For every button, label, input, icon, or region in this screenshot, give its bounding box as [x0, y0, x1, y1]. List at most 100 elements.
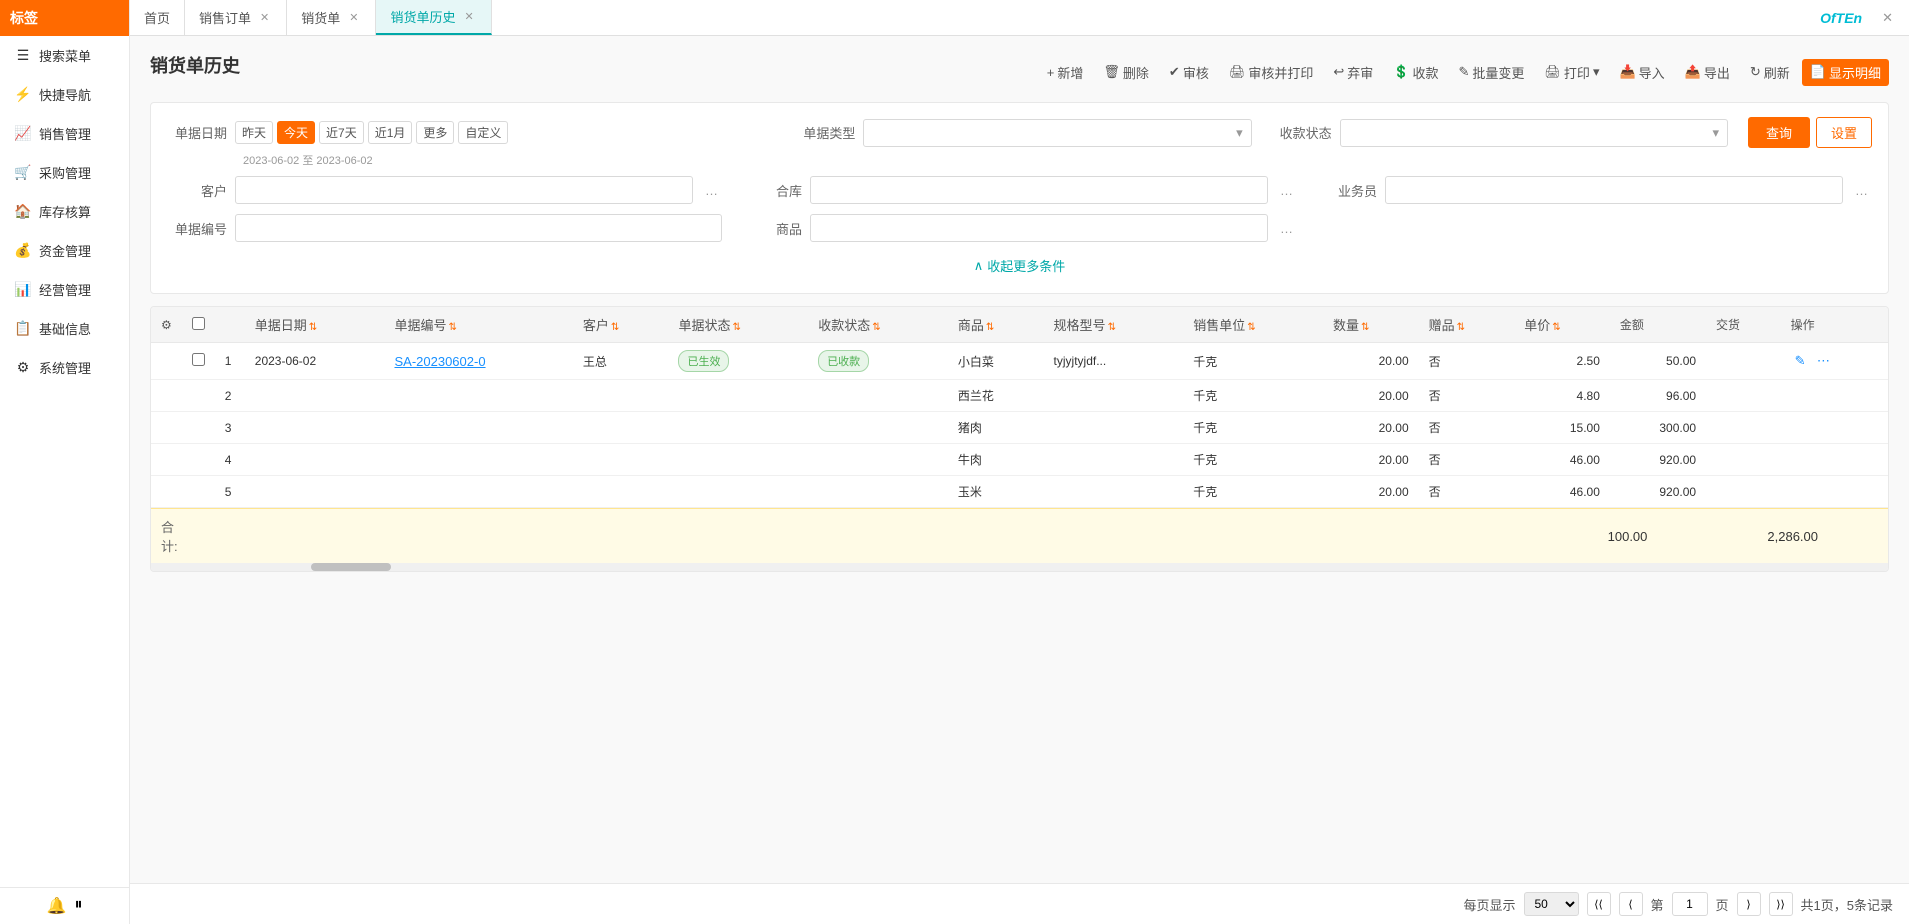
cell-checkbox-4[interactable]: [182, 476, 215, 508]
tab-close-sales-history[interactable]: ✕: [462, 9, 477, 24]
tab-home[interactable]: 首页: [130, 0, 185, 35]
customer-input[interactable]: [235, 176, 693, 204]
sidebar-item-finance[interactable]: 💰资金管理: [0, 231, 129, 270]
prev-page-button[interactable]: ⟨: [1619, 892, 1643, 916]
sidebar-item-operations[interactable]: 📊经营管理: [0, 270, 129, 309]
edit-action-0[interactable]: ✎: [1791, 351, 1810, 370]
th-doc-no[interactable]: 单据编号⇅: [384, 307, 572, 343]
cell-goods-3: 牛肉: [948, 444, 1044, 476]
th-doc-date[interactable]: 单据日期⇅: [245, 307, 385, 343]
delete-button[interactable]: 🗑删除: [1095, 59, 1157, 86]
date-shortcut-yesterday[interactable]: 昨天: [235, 121, 273, 144]
cell-settings-1: [151, 380, 182, 412]
date-shortcut-last7days[interactable]: 近7天: [319, 121, 364, 144]
cell-doc-no-1[interactable]: [384, 380, 572, 412]
sidebar-item-purchase-mgmt[interactable]: 🛒采购管理: [0, 153, 129, 192]
warehouse-dots-button[interactable]: …: [1276, 183, 1297, 198]
abandon-button[interactable]: ↩弃审: [1325, 59, 1381, 86]
show-detail-button[interactable]: 📄显示明细: [1802, 59, 1889, 86]
date-shortcut-more[interactable]: 更多: [416, 121, 454, 144]
sidebar-item-sys-mgmt[interactable]: ⚙系统管理: [0, 348, 129, 387]
close-window-button[interactable]: ✕: [1874, 10, 1901, 26]
collect-button[interactable]: 💲收款: [1385, 59, 1446, 86]
goods-field: 商品 …: [742, 214, 1297, 242]
cell-doc-no-0[interactable]: SA-20230602-0: [384, 343, 572, 380]
th-actions: 操作: [1781, 307, 1888, 343]
query-button[interactable]: 查询: [1748, 117, 1810, 148]
tab-close-sales-order[interactable]: ✕: [257, 10, 272, 25]
tab-sales-delivery[interactable]: 销货单✕: [287, 0, 376, 35]
next-page-button[interactable]: ⟩: [1737, 892, 1761, 916]
goods-input[interactable]: [810, 214, 1268, 242]
last-page-button[interactable]: ⟩⟩: [1769, 892, 1793, 916]
th-qty[interactable]: 数量⇅: [1323, 307, 1419, 343]
cell-spec-2: [1044, 412, 1184, 444]
sidebar-item-inventory[interactable]: 🏠库存核算: [0, 192, 129, 231]
more-action-0[interactable]: ⋯: [1813, 351, 1834, 370]
sidebar-label-search-menu: 搜索菜单: [39, 46, 91, 65]
audit-label: 审核: [1183, 63, 1209, 82]
batch-change-icon: ✎: [1458, 64, 1469, 80]
staff-dots-button[interactable]: …: [1851, 183, 1872, 198]
scrollbar-thumb[interactable]: [311, 563, 391, 571]
cell-doc-no-3[interactable]: [384, 444, 572, 476]
tab-sales-order[interactable]: 销售订单✕: [185, 0, 287, 35]
th-settings[interactable]: ⚙: [151, 307, 182, 343]
collect-status-select[interactable]: ▾: [1340, 119, 1728, 147]
th-customer[interactable]: 客户⇅: [573, 307, 669, 343]
page-size-select[interactable]: 2050100: [1524, 892, 1579, 916]
staff-input[interactable]: [1385, 176, 1843, 204]
th-collect-status[interactable]: 收款状态⇅: [808, 307, 948, 343]
doc-no-input[interactable]: [235, 214, 722, 242]
pause-icon[interactable]: ⏸: [74, 896, 82, 916]
add-button[interactable]: +新增: [1039, 59, 1092, 86]
tab-sales-history[interactable]: 销货单历史✕: [376, 0, 491, 35]
cell-amount-1: 96.00: [1610, 380, 1706, 412]
collapse-button[interactable]: ∧ 收起更多条件: [167, 252, 1872, 279]
customer-dots-button[interactable]: …: [701, 183, 722, 198]
horizontal-scrollbar[interactable]: [151, 563, 1888, 571]
goods-dots-button[interactable]: …: [1276, 221, 1297, 236]
date-shortcut-last1month[interactable]: 近1月: [368, 121, 413, 144]
print-button[interactable]: 🖨打印▾: [1536, 59, 1607, 86]
th-unit[interactable]: 销售单位⇅: [1183, 307, 1323, 343]
th-unit-price[interactable]: 单价⇅: [1514, 307, 1610, 343]
audit-button[interactable]: ✔审核: [1161, 59, 1217, 86]
th-spec[interactable]: 规格型号⇅: [1044, 307, 1184, 343]
cell-actions-0: ✎ ⋯: [1781, 343, 1888, 380]
select-all-checkbox[interactable]: [192, 317, 205, 330]
audit-print-button[interactable]: 🖨审核并打印: [1221, 59, 1322, 86]
cell-checkbox-2[interactable]: [182, 412, 215, 444]
export-button[interactable]: 📤导出: [1677, 59, 1738, 86]
refresh-button[interactable]: ↻刷新: [1742, 59, 1798, 86]
batch-change-button[interactable]: ✎批量变更: [1450, 59, 1532, 86]
th-gift[interactable]: 赠品⇅: [1419, 307, 1515, 343]
current-page-input[interactable]: [1672, 892, 1708, 916]
cell-checkbox-0[interactable]: [182, 343, 215, 380]
cell-doc-no-2[interactable]: [384, 412, 572, 444]
goods-label: 商品: [742, 219, 802, 238]
row-checkbox-0[interactable]: [192, 353, 205, 366]
cell-collect-status-4: [808, 476, 948, 508]
date-shortcut-today[interactable]: 今天: [277, 121, 315, 144]
notification-icon[interactable]: 🔔: [47, 896, 67, 916]
th-doc-status[interactable]: 单据状态⇅: [668, 307, 808, 343]
cell-doc-no-4[interactable]: [384, 476, 572, 508]
sidebar-item-quick-nav[interactable]: ⚡快捷导航: [0, 75, 129, 114]
tab-close-sales-delivery[interactable]: ✕: [346, 10, 361, 25]
import-button[interactable]: 📥导入: [1611, 59, 1672, 86]
warehouse-input[interactable]: [810, 176, 1268, 204]
date-shortcut-custom[interactable]: 自定义: [458, 121, 508, 144]
cell-checkbox-1[interactable]: [182, 380, 215, 412]
sidebar-item-sales-mgmt[interactable]: 📈销售管理: [0, 114, 129, 153]
sidebar-item-search-menu[interactable]: ☰搜索菜单: [0, 36, 129, 75]
sort-doc-no-icon: ⇅: [449, 322, 457, 333]
settings-button[interactable]: 设置: [1816, 117, 1872, 148]
th-checkbox[interactable]: [182, 307, 215, 343]
th-goods[interactable]: 商品⇅: [948, 307, 1044, 343]
doc-no-link-0[interactable]: SA-20230602-0: [394, 354, 485, 369]
doc-type-select[interactable]: ▾: [863, 119, 1251, 147]
first-page-button[interactable]: ⟨⟨: [1587, 892, 1611, 916]
cell-checkbox-3[interactable]: [182, 444, 215, 476]
sidebar-item-basic-info[interactable]: 📋基础信息: [0, 309, 129, 348]
